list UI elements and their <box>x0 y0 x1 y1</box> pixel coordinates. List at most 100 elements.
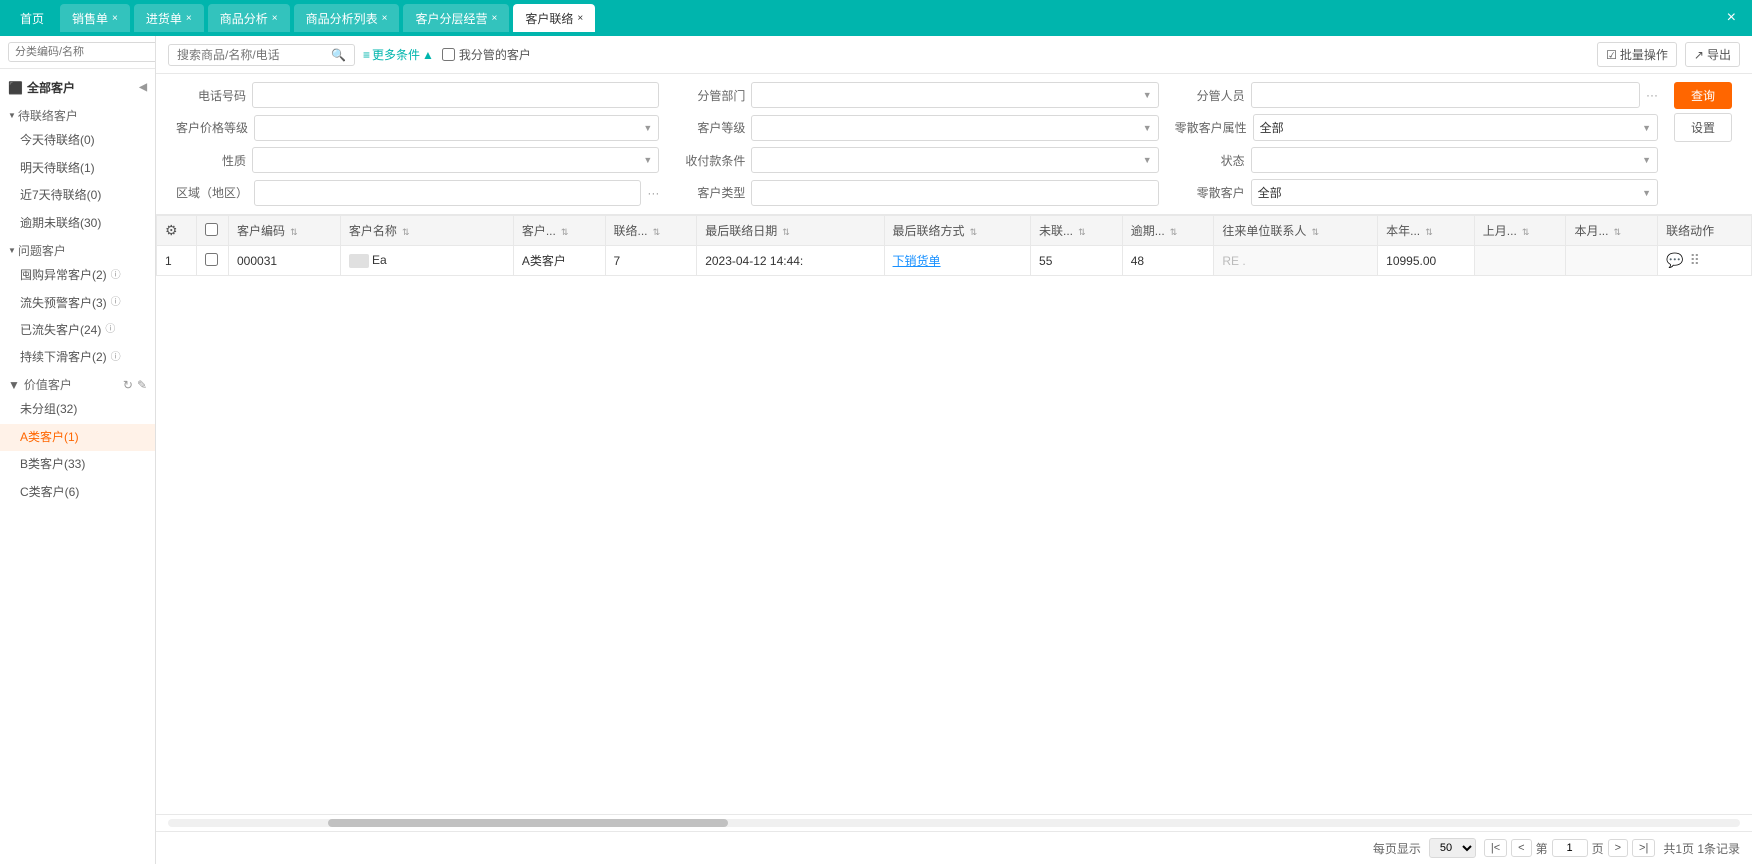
manager-label: 分管人员 <box>1175 87 1245 104</box>
customer-type-sort-icon[interactable]: ⇅ <box>561 227 569 237</box>
code-sort-icon[interactable]: ⇅ <box>290 227 298 237</box>
sidebar-item-churned[interactable]: 已流失客户(24) ⓘ <box>0 317 155 344</box>
page-size-select[interactable]: 50 <box>1429 838 1476 858</box>
filter-search-icon[interactable]: 🔍 <box>331 48 346 62</box>
customer-type-input[interactable] <box>751 180 1158 206</box>
overdue-sort-icon[interactable]: ⇅ <box>1170 227 1178 237</box>
sidebar-item-c-class[interactable]: C类客户(6) <box>0 479 155 507</box>
content-area: 🔍 ≡ 更多条件 ▲ 我分管的客户 ☑ 批量操作 ↗ 导出 <box>156 36 1752 864</box>
churn-warning-info-icon[interactable]: ⓘ <box>111 295 121 311</box>
nav-tab-customer-contact[interactable]: 客户联络 × <box>513 4 595 32</box>
next-page-button[interactable]: > <box>1608 839 1628 857</box>
my-customers-checkbox[interactable] <box>442 48 455 61</box>
region-input[interactable] <box>254 180 641 206</box>
batch-operation-button[interactable]: ☑ 批量操作 <box>1597 42 1677 67</box>
this-month-sort-icon[interactable]: ⇅ <box>1614 227 1622 237</box>
nav-tab-purchase[interactable]: 进货单 × <box>134 4 204 32</box>
select-all-checkbox[interactable] <box>205 223 218 236</box>
sidebar-item-declining[interactable]: 持续下滑客户(2) ⓘ <box>0 344 155 371</box>
sidebar-item-b-class[interactable]: B类客户(33) <box>0 451 155 479</box>
sidebar-item-ungroup[interactable]: 未分组(32) <box>0 396 155 424</box>
last-way-link[interactable]: 下销货单 <box>893 254 941 268</box>
problem-arrow-icon: ▼ <box>8 246 16 255</box>
phone-input[interactable] <box>252 82 659 108</box>
retail-attr-label: 零散客户属性 <box>1175 119 1247 136</box>
region-dots-icon[interactable]: ··· <box>647 186 659 200</box>
value-edit-icon[interactable]: ✎ <box>137 378 147 392</box>
name-sort-icon[interactable]: ⇅ <box>402 227 410 237</box>
filter-more-conditions[interactable]: ≡ 更多条件 ▲ <box>363 46 434 63</box>
th-action: 联络动作 <box>1658 216 1752 246</box>
churned-info-icon[interactable]: ⓘ <box>105 322 115 338</box>
th-gear: ⚙ <box>157 216 197 246</box>
retail-attr-select[interactable]: 全部 ▼ <box>1253 114 1658 141</box>
sidebar-item-today-pending[interactable]: 今天待联络(0) <box>0 127 155 155</box>
sidebar-item-churn-warning[interactable]: 流失预警客户(3) ⓘ <box>0 290 155 317</box>
sidebar-item-7day-pending[interactable]: 近7天待联络(0) <box>0 182 155 210</box>
nature-select[interactable]: ▼ <box>252 147 659 173</box>
contact-sort-icon[interactable]: ⇅ <box>653 227 661 237</box>
sidebar-problem-section: ▼ 问题客户 <box>0 237 155 262</box>
scroll-thumb[interactable] <box>328 819 728 827</box>
sales-close-icon[interactable]: × <box>112 13 118 24</box>
customer-contact-close-icon[interactable]: × <box>577 13 583 24</box>
analysis-close-icon[interactable]: × <box>272 13 278 24</box>
analysis-list-close-icon[interactable]: × <box>382 13 388 24</box>
settings-button[interactable]: 设置 <box>1674 113 1732 142</box>
nav-tab-home[interactable]: 首页 <box>8 4 56 32</box>
last-date-sort-icon[interactable]: ⇅ <box>782 227 790 237</box>
nav-tab-analysis[interactable]: 商品分析 × <box>208 4 290 32</box>
sidebar-collapse-icon[interactable]: ◀ <box>139 82 147 93</box>
prev-page-button[interactable]: < <box>1511 839 1531 857</box>
status-select[interactable]: ▼ <box>1251 147 1658 173</box>
retail-arrow-icon: ▼ <box>1642 188 1651 198</box>
row-checkbox[interactable] <box>205 253 218 266</box>
manager-dots-icon[interactable]: ··· <box>1646 88 1658 102</box>
price-grade-select[interactable]: ▼ <box>254 115 659 141</box>
first-page-button[interactable]: |< <box>1484 839 1507 857</box>
window-close-icon[interactable]: × <box>1719 5 1744 31</box>
value-refresh-icon[interactable]: ↻ <box>123 378 133 392</box>
manager-input[interactable] <box>1251 82 1640 108</box>
customer-segment-close-icon[interactable]: × <box>491 13 497 24</box>
th-this-month-label: 本月... <box>1574 224 1608 238</box>
dept-select[interactable]: ▼ <box>751 82 1158 108</box>
retail-label: 零散客户 <box>1175 184 1245 201</box>
filter-search-box: 🔍 <box>168 44 355 66</box>
no-contact-sort-icon[interactable]: ⇅ <box>1078 227 1086 237</box>
sidebar-item-tomorrow-pending[interactable]: 明天待联络(1) <box>0 155 155 183</box>
customer-grade-select[interactable]: ▼ <box>751 115 1158 141</box>
th-name-label: 客户名称 <box>349 224 397 238</box>
nav-tab-analysis-list[interactable]: 商品分析列表 × <box>294 4 400 32</box>
sidebar-item-overdue-pending[interactable]: 逾期未联络(30) <box>0 210 155 238</box>
sidebar-all-customers[interactable]: ⬛ 全部客户 ◀ <box>0 73 155 102</box>
unit-contact-sort-icon[interactable]: ⇅ <box>1311 227 1319 237</box>
td-last-month <box>1474 246 1566 276</box>
phone-label: 电话号码 <box>176 87 246 104</box>
nav-tab-sales[interactable]: 销售单 × <box>60 4 130 32</box>
this-year-sort-icon[interactable]: ⇅ <box>1425 227 1433 237</box>
purchase-close-icon[interactable]: × <box>186 13 192 24</box>
last-month-sort-icon[interactable]: ⇅ <box>1522 227 1530 237</box>
my-customers-filter[interactable]: 我分管的客户 <box>442 46 531 63</box>
query-button[interactable]: 查询 <box>1674 82 1732 109</box>
hoard-info-icon[interactable]: ⓘ <box>111 268 121 284</box>
more-action-icon[interactable]: ⠿ <box>1690 252 1700 269</box>
home-label: 首页 <box>20 10 44 27</box>
export-button[interactable]: ↗ 导出 <box>1685 42 1740 67</box>
nav-tab-customer-segment[interactable]: 客户分层经营 × <box>403 4 509 32</box>
sidebar-search-input[interactable] <box>8 42 156 62</box>
last-way-sort-icon[interactable]: ⇅ <box>970 227 978 237</box>
message-action-icon[interactable]: 💬 <box>1666 252 1683 269</box>
declining-info-icon[interactable]: ⓘ <box>111 350 121 366</box>
retail-select[interactable]: 全部 ▼ <box>1251 179 1658 206</box>
page-input[interactable] <box>1552 839 1588 857</box>
name-avatar <box>349 254 369 268</box>
filter-search-input[interactable] <box>177 48 327 62</box>
sidebar-item-a-class[interactable]: A类客户(1) <box>0 424 155 452</box>
table-gear-icon[interactable]: ⚙ <box>165 222 178 238</box>
last-page-button[interactable]: >| <box>1632 839 1655 857</box>
sidebar-item-hoard[interactable]: 囤购异常客户(2) ⓘ <box>0 262 155 289</box>
payment-select[interactable]: ▼ <box>751 147 1158 173</box>
page-label: 第 <box>1536 840 1548 857</box>
